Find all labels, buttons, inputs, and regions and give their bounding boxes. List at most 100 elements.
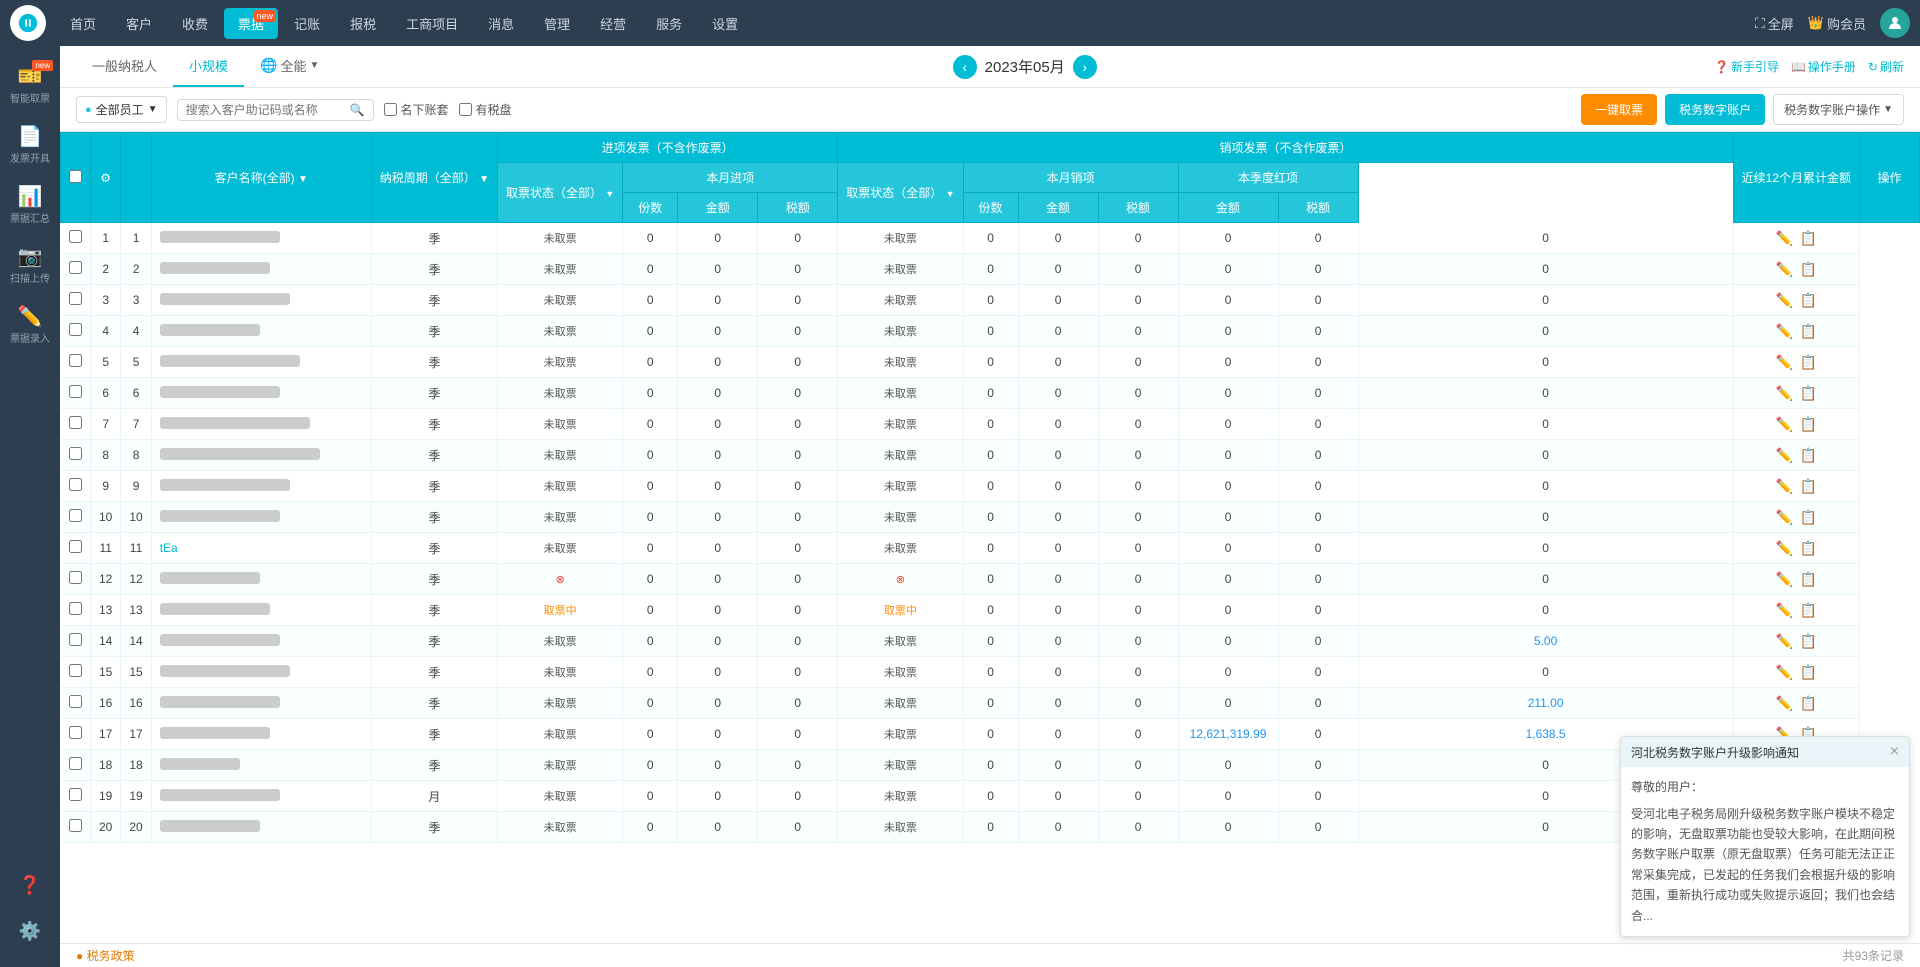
nav-manage[interactable]: 管理: [530, 8, 584, 39]
logo[interactable]: [10, 5, 46, 41]
sidebar-item-smart-ticket[interactable]: 🎫 智能取票 new: [3, 56, 57, 114]
nav-ticket[interactable]: 票据 new: [224, 8, 278, 39]
sidebar-item-ticket-entry[interactable]: ✏️ 票据录入: [3, 296, 57, 354]
copy-button[interactable]: 📋: [1798, 507, 1818, 527]
copy-button[interactable]: 📋: [1798, 569, 1818, 589]
sidebar-item-scan-upload[interactable]: 📷 扫描上传: [3, 236, 57, 294]
edit-button[interactable]: ✏️: [1774, 290, 1794, 310]
has-tax-disk-filter[interactable]: 有税盘: [459, 101, 512, 118]
copy-button[interactable]: 📋: [1798, 631, 1818, 651]
copy-button[interactable]: 📋: [1798, 228, 1818, 248]
row-checkbox-cell[interactable]: [61, 223, 91, 254]
next-period-button[interactable]: ›: [1073, 55, 1097, 79]
edit-button[interactable]: ✏️: [1774, 228, 1794, 248]
customer-name-col-header[interactable]: 客户名称(全部) ▼: [151, 133, 371, 223]
row-checkbox-cell[interactable]: [61, 378, 91, 409]
row-checkbox-cell[interactable]: [61, 316, 91, 347]
sidebar-item-invoice-summary[interactable]: 📊 票据汇总: [3, 176, 57, 234]
prev-period-button[interactable]: ‹: [953, 55, 977, 79]
digital-account-ops-button[interactable]: 税务数字账户操作 ▼: [1773, 94, 1904, 125]
copy-button[interactable]: 📋: [1798, 600, 1818, 620]
row-checkbox-cell[interactable]: [61, 471, 91, 502]
row-checkbox-cell[interactable]: [61, 781, 91, 812]
table-cell: 0: [1278, 781, 1358, 812]
new-user-guide-button[interactable]: ❓ 新手引导: [1714, 58, 1779, 75]
tax-policy-link[interactable]: ● 税务政策: [76, 947, 135, 964]
refresh-button[interactable]: ↻ 刷新: [1868, 58, 1904, 75]
nav-tax[interactable]: 报税: [336, 8, 390, 39]
row-checkbox-cell[interactable]: [61, 409, 91, 440]
notification-close-button[interactable]: ×: [1890, 743, 1899, 761]
edit-button[interactable]: ✏️: [1774, 538, 1794, 558]
copy-button[interactable]: 📋: [1798, 693, 1818, 713]
edit-button[interactable]: ✏️: [1774, 476, 1794, 496]
copy-button[interactable]: 📋: [1798, 383, 1818, 403]
nav-fee[interactable]: 收费: [168, 8, 222, 39]
edit-button[interactable]: ✏️: [1774, 414, 1794, 434]
edit-button[interactable]: ✏️: [1774, 445, 1794, 465]
search-icon[interactable]: 🔍: [350, 103, 365, 117]
edit-button[interactable]: ✏️: [1774, 383, 1794, 403]
edit-button[interactable]: ✏️: [1774, 693, 1794, 713]
row-checkbox-cell[interactable]: [61, 719, 91, 750]
copy-button[interactable]: 📋: [1798, 445, 1818, 465]
copy-button[interactable]: 📋: [1798, 290, 1818, 310]
digital-account-button[interactable]: 税务数字账户: [1665, 94, 1765, 125]
notification-popup: 河北税务数字账户升级影响通知 × 尊敬的用户： 受河北电子税务局刚升级税务数字账…: [1620, 736, 1910, 937]
copy-button[interactable]: 📋: [1798, 259, 1818, 279]
edit-button[interactable]: ✏️: [1774, 259, 1794, 279]
nav-business[interactable]: 工商项目: [392, 8, 472, 39]
edit-button[interactable]: ✏️: [1774, 631, 1794, 651]
edit-button[interactable]: ✏️: [1774, 600, 1794, 620]
nav-customer[interactable]: 客户: [112, 8, 166, 39]
edit-button[interactable]: ✏️: [1774, 569, 1794, 589]
row-checkbox-cell[interactable]: [61, 533, 91, 564]
edit-button[interactable]: ✏️: [1774, 507, 1794, 527]
row-checkbox-cell[interactable]: [61, 285, 91, 316]
user-avatar[interactable]: [1880, 8, 1910, 38]
copy-button[interactable]: 📋: [1798, 476, 1818, 496]
name-accounts-filter[interactable]: 名下账套: [384, 101, 449, 118]
select-all-checkbox[interactable]: [69, 170, 82, 183]
copy-button[interactable]: 📋: [1798, 321, 1818, 341]
sidebar-settings-button[interactable]: ⚙️: [10, 911, 50, 951]
row-checkbox-cell[interactable]: [61, 347, 91, 378]
row-checkbox-cell[interactable]: [61, 812, 91, 843]
tab-small-scale[interactable]: 小规模: [173, 46, 244, 87]
copy-button[interactable]: 📋: [1798, 414, 1818, 434]
row-checkbox-cell[interactable]: [61, 502, 91, 533]
tax-period-col-header[interactable]: 纳税周期（全部） ▼: [371, 133, 497, 223]
nav-home[interactable]: 首页: [56, 8, 110, 39]
sidebar-item-invoice-open[interactable]: 📄 发票开具: [3, 116, 57, 174]
copy-button[interactable]: 📋: [1798, 538, 1818, 558]
tab-all[interactable]: 🌐 全能 ▼: [244, 46, 335, 87]
one-key-ticket-button[interactable]: 一键取票: [1581, 94, 1657, 125]
row-checkbox-cell[interactable]: [61, 595, 91, 626]
nav-settings[interactable]: 设置: [698, 8, 752, 39]
nav-operation[interactable]: 经营: [586, 8, 640, 39]
row-checkbox-cell[interactable]: [61, 657, 91, 688]
row-checkbox-cell[interactable]: [61, 688, 91, 719]
member-button[interactable]: 👑 购会员: [1808, 14, 1866, 33]
row-checkbox-cell[interactable]: [61, 750, 91, 781]
operation-manual-button[interactable]: 📖 操作手册: [1791, 58, 1856, 75]
row-checkbox-cell[interactable]: [61, 254, 91, 285]
tab-general-taxpayer[interactable]: 一般纳税人: [76, 46, 173, 87]
row-checkbox-cell[interactable]: [61, 626, 91, 657]
customer-search-input[interactable]: [186, 103, 346, 117]
edit-button[interactable]: ✏️: [1774, 321, 1794, 341]
copy-button[interactable]: 📋: [1798, 352, 1818, 372]
edit-button[interactable]: ✏️: [1774, 662, 1794, 682]
edit-button[interactable]: ✏️: [1774, 352, 1794, 372]
row-checkbox-cell[interactable]: [61, 564, 91, 595]
sidebar-question-button[interactable]: ❓: [10, 865, 50, 905]
purchase-fetch-status-header[interactable]: 取票状态（全部） ▼: [497, 163, 622, 223]
copy-button[interactable]: 📋: [1798, 662, 1818, 682]
employee-filter[interactable]: ● 全部员工 ▼: [76, 96, 167, 123]
row-checkbox-cell[interactable]: [61, 440, 91, 471]
nav-message[interactable]: 消息: [474, 8, 528, 39]
nav-accounting[interactable]: 记账: [280, 8, 334, 39]
nav-service[interactable]: 服务: [642, 8, 696, 39]
sales-fetch-status-header[interactable]: 取票状态（全部） ▼: [838, 163, 963, 223]
fullscreen-button[interactable]: ⛶ 全屏: [1755, 14, 1794, 33]
